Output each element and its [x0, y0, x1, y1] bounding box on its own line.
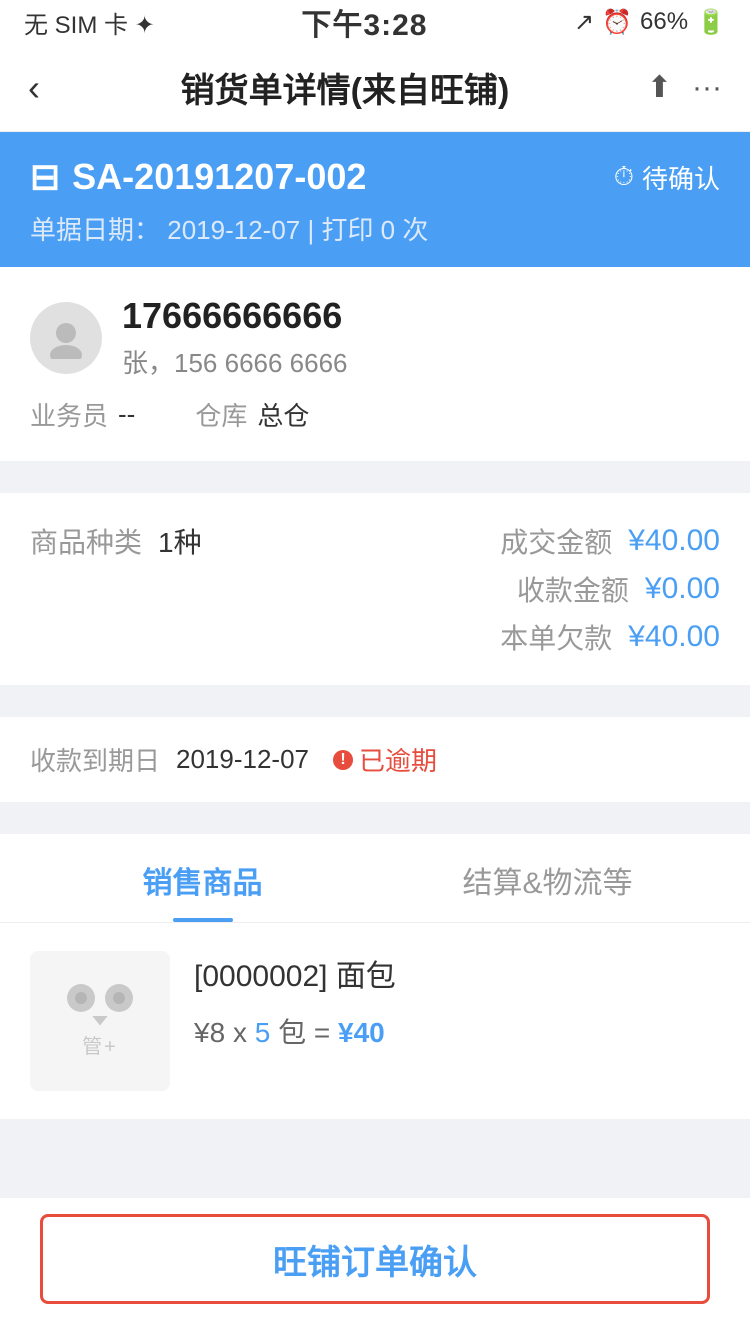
nav-bar: ‹ 销货单详情(来自旺铺) ⬆ ··· — [0, 44, 750, 132]
due-date: 2019-12-07 — [176, 744, 309, 775]
owed-value: ¥40.00 — [628, 620, 720, 654]
received-amount-item: 收款金额 ¥0.00 — [517, 569, 720, 609]
sales-value: -- — [118, 399, 135, 430]
product-info: [0000002] 面包 ¥8 x 5 包 = ¥40 — [194, 951, 396, 1051]
owl-right-eye — [105, 984, 133, 1012]
equals-sign: = — [314, 1017, 338, 1048]
order-date-info: 单据日期： 2019-12-07 | 打印 0 次 — [30, 210, 720, 247]
status-clock-icon: ⏱ — [614, 161, 634, 193]
info-left: 商品种类 1种 — [30, 521, 202, 569]
tab-settlement-label: 结算&物流等 — [462, 867, 632, 900]
warehouse-label: 仓库 — [195, 396, 247, 433]
more-icon[interactable]: ··· — [692, 71, 722, 105]
warehouse: 仓库 总仓 — [195, 396, 309, 433]
customer-phone: 17666666666 — [122, 295, 348, 337]
divider-3 — [0, 818, 750, 834]
back-button[interactable]: ‹ — [28, 67, 88, 109]
share-icon[interactable]: ⬆ — [647, 70, 672, 105]
alarm-icon: ⏰ — [602, 8, 632, 37]
product-unit: 包 — [278, 1017, 306, 1048]
sim-status: 无 SIM 卡 ✦ — [24, 5, 155, 40]
multiply-sign: x — [233, 1017, 255, 1048]
divider-2 — [0, 701, 750, 717]
customer-section: 17666666666 张，156 6666 6666 业务员 -- 仓库 总仓 — [0, 267, 750, 461]
status-text: 待确认 — [642, 159, 720, 196]
owl-left-eye — [67, 984, 95, 1012]
order-header: ⊟ SA-20191207-002 ⏱ 待确认 单据日期： 2019-12-07… — [0, 132, 750, 267]
owl-beak — [92, 1016, 108, 1026]
battery-level: 66% — [640, 8, 688, 36]
date-label: 单据日期： — [30, 215, 160, 245]
info-right: 成交金额 ¥40.00 收款金额 ¥0.00 本单欠款 ¥40.00 — [500, 521, 720, 657]
tab-settlement[interactable]: 结算&物流等 — [375, 834, 720, 922]
product-type-label: 商品种类 — [30, 521, 142, 561]
order-status: ⏱ 待确认 — [614, 159, 720, 196]
warehouse-value: 总仓 — [257, 396, 309, 433]
tab-sales-label: 销售商品 — [143, 867, 263, 900]
customer-meta: 业务员 -- 仓库 总仓 — [30, 396, 720, 433]
product-section: 管+ [0000002] 面包 ¥8 x 5 包 = ¥40 — [0, 923, 750, 1119]
product-total: ¥40 — [338, 1017, 385, 1048]
product-price: ¥8 x 5 包 = ¥40 — [194, 1011, 396, 1051]
battery-icon: 🔋 — [696, 8, 726, 37]
received-value: ¥0.00 — [645, 572, 720, 606]
status-bar: 无 SIM 卡 ✦ 下午3:28 ↗ ⏰ 66% 🔋 — [0, 0, 750, 44]
order-icon: ⊟ — [30, 156, 60, 198]
product-name: [0000002] 面包 — [194, 951, 396, 995]
status-time: 下午3:28 — [301, 0, 427, 44]
nav-right-actions: ⬆ ··· — [602, 70, 722, 105]
customer-row: 17666666666 张，156 6666 6666 — [30, 295, 720, 380]
overdue-text: 已逾期 — [359, 741, 437, 778]
order-id-text: SA-20191207-002 — [72, 156, 366, 198]
owed-label: 本单欠款 — [500, 617, 612, 657]
order-date: 2019-12-07 — [167, 215, 300, 245]
overdue-icon: ! — [333, 750, 353, 770]
status-right: ↗ ⏰ 66% 🔋 — [574, 8, 726, 37]
unit-price: ¥8 — [194, 1017, 225, 1048]
tabs-section: 销售商品 结算&物流等 — [0, 834, 750, 923]
owed-amount-item: 本单欠款 ¥40.00 — [500, 617, 720, 657]
sales-label: 业务员 — [30, 396, 108, 433]
bottom-bar: 旺铺订单确认 — [0, 1198, 750, 1334]
product-logo: 管+ — [67, 984, 133, 1059]
due-section: 收款到期日 2019-12-07 ! 已逾期 — [0, 717, 750, 802]
sales-person: 业务员 -- — [30, 396, 135, 433]
status-left: 无 SIM 卡 ✦ — [24, 5, 155, 40]
transaction-amount-item: 成交金额 ¥40.00 — [500, 521, 720, 561]
product-type-item: 商品种类 1种 — [30, 521, 202, 561]
print-info: | 打印 0 次 — [307, 215, 428, 245]
received-label: 收款金额 — [517, 569, 629, 609]
order-id: ⊟ SA-20191207-002 — [30, 156, 366, 198]
amount-value: ¥40.00 — [628, 524, 720, 558]
location-icon: ↗ — [574, 8, 594, 37]
product-code: [0000002] — [194, 960, 327, 993]
product-qty: 5 — [255, 1017, 271, 1048]
avatar — [30, 302, 102, 374]
info-row: 商品种类 1种 成交金额 ¥40.00 收款金额 ¥0.00 本单欠款 ¥40.… — [30, 521, 720, 657]
confirm-order-button[interactable]: 旺铺订单确认 — [40, 1214, 710, 1304]
product-thumbnail: 管+ — [30, 951, 170, 1091]
tab-sales-products[interactable]: 销售商品 — [30, 834, 375, 922]
product-type-value: 1种 — [158, 521, 202, 561]
product-name-text: 面包 — [336, 960, 396, 993]
customer-info: 17666666666 张，156 6666 6666 — [122, 295, 348, 380]
info-section: 商品种类 1种 成交金额 ¥40.00 收款金额 ¥0.00 本单欠款 ¥40.… — [0, 493, 750, 685]
owl-label: 管+ — [82, 1030, 118, 1059]
due-label: 收款到期日 — [30, 741, 160, 778]
divider-1 — [0, 477, 750, 493]
amount-label: 成交金额 — [500, 521, 612, 561]
customer-name: 张，156 6666 6666 — [122, 343, 348, 380]
overdue-badge: ! 已逾期 — [333, 741, 437, 778]
page-title: 销货单详情(来自旺铺) — [88, 63, 602, 112]
owl-eyes — [67, 984, 133, 1012]
